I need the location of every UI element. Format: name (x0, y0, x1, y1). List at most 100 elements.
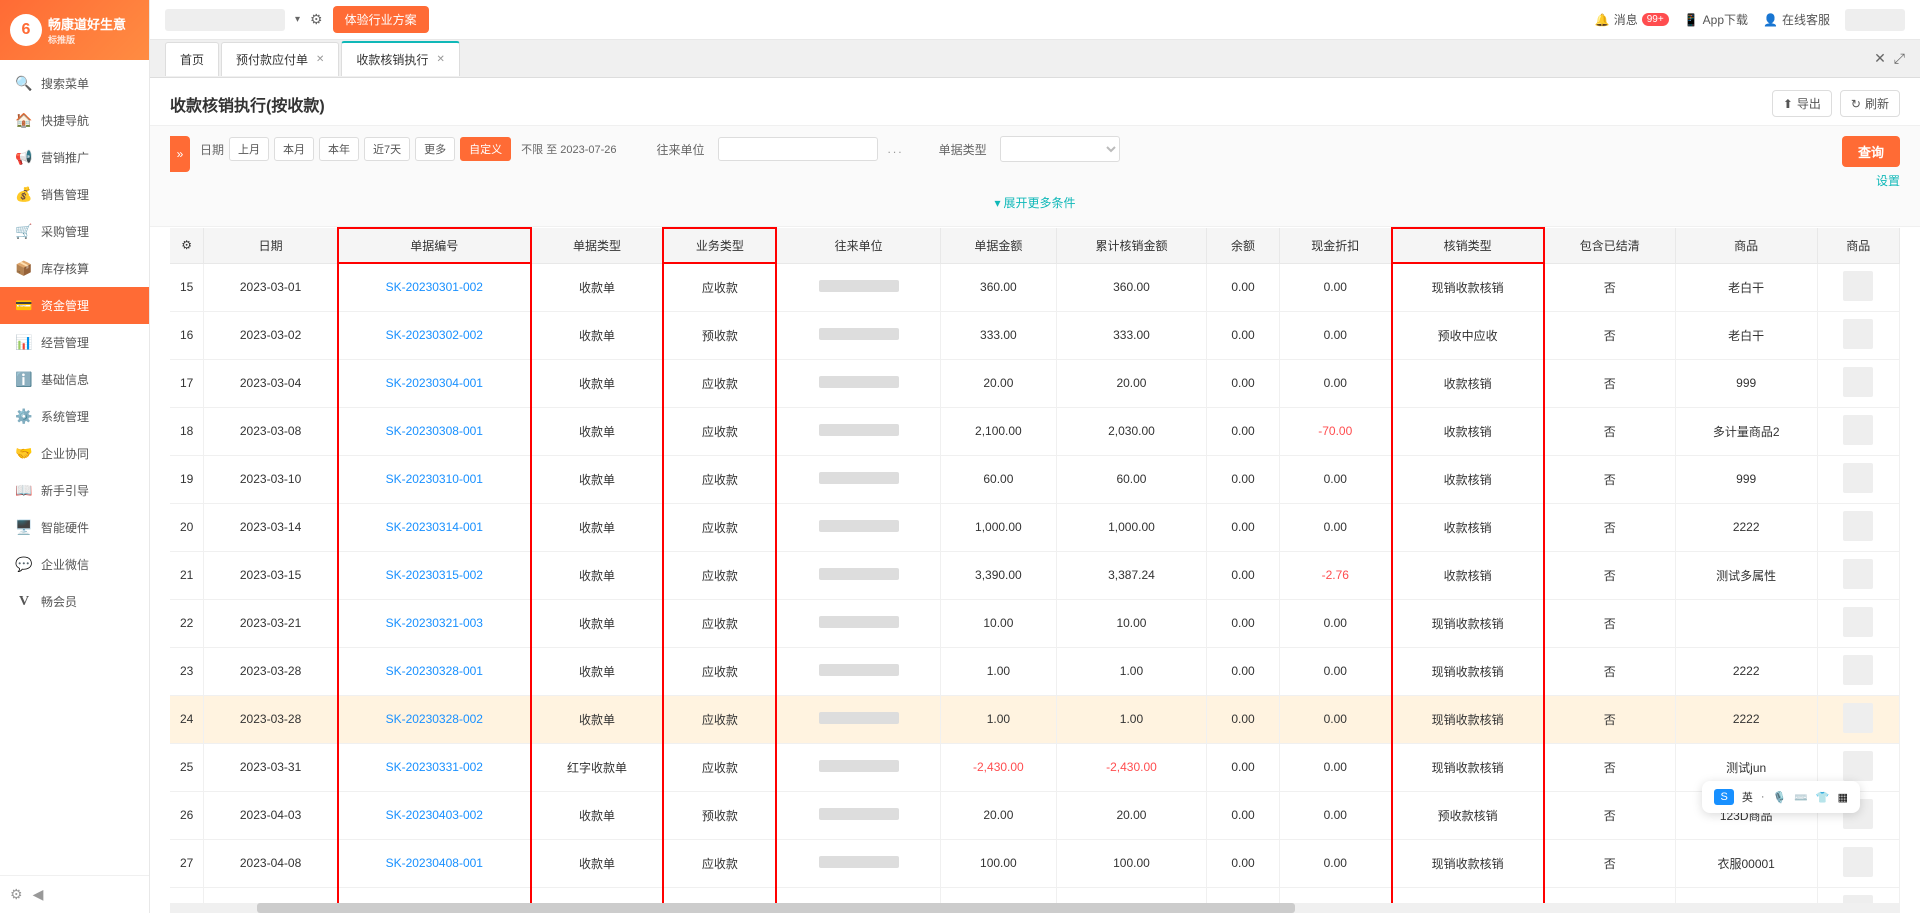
tab-prepay[interactable]: 预付款应付单 ✕ (221, 42, 339, 76)
sidebar-item-label: 快捷导航 (41, 112, 89, 129)
date-this-month[interactable]: 本月 (274, 137, 314, 161)
sidebar-item-label: 新手引导 (41, 482, 89, 499)
partner-input[interactable] (718, 137, 878, 161)
filter-toggle-button[interactable]: » (170, 136, 190, 172)
cell-date: 2023-03-14 (204, 503, 338, 551)
cell-discount: 0.00 (1279, 311, 1391, 359)
code-link[interactable]: SK-20230304-001 (386, 376, 483, 390)
header-left: ▾ ⚙ 体验行业方案 (165, 6, 1585, 33)
cell-partner (776, 311, 940, 359)
tab-home[interactable]: 首页 (165, 42, 219, 76)
cell-cumulative: 1.00 (1056, 695, 1206, 743)
sidebar-item-member[interactable]: V 畅会员 (0, 583, 149, 620)
code-link[interactable]: SK-20230308-001 (386, 424, 483, 438)
code-link[interactable]: SK-20230302-002 (386, 328, 483, 342)
cell-verify-type: 现销收款核销 (1392, 887, 1544, 903)
filter-date-item: 日期 上月 本月 本年 近7天 更多 自定义 (200, 137, 511, 161)
code-link[interactable]: SK-20230331-002 (386, 760, 483, 774)
code-link[interactable]: SK-20230408-001 (386, 856, 483, 870)
app-download-button[interactable]: 📱 App下载 (1684, 11, 1748, 28)
cell-discount: 0.00 (1279, 503, 1391, 551)
date-more[interactable]: 更多 (415, 137, 455, 161)
sidebar-item-basics[interactable]: ℹ️ 基础信息 (0, 361, 149, 398)
cell-code: SK-20230314-001 (338, 503, 531, 551)
sidebar-item-operations[interactable]: 📊 经营管理 (0, 324, 149, 361)
date-custom[interactable]: 自定义 (460, 137, 511, 161)
collapse-icon[interactable]: ◀ (33, 886, 44, 903)
cell-verify-type: 现销收款核销 (1392, 839, 1544, 887)
sidebar-item-label: 企业协同 (41, 445, 89, 462)
sidebar-item-guide[interactable]: 📖 新手引导 (0, 472, 149, 509)
code-link[interactable]: SK-20230328-002 (386, 712, 483, 726)
cell-code: SK-20230302-002 (338, 311, 531, 359)
cell-partner (776, 599, 940, 647)
cell-type: 收款单 (531, 887, 664, 903)
code-link[interactable]: SK-20230301-002 (386, 280, 483, 294)
sidebar-item-purchase[interactable]: 🛒 采购管理 (0, 213, 149, 250)
close-all-icon[interactable]: ✕ (1874, 50, 1886, 67)
sidebar-item-inventory[interactable]: 📦 库存核算 (0, 250, 149, 287)
cell-no: 25 (170, 743, 204, 791)
top-header: ▾ ⚙ 体验行业方案 🔔 消息 99+ 📱 App下载 👤 在线客服 (150, 0, 1920, 40)
sidebar-item-marketing[interactable]: 📢 营销推广 (0, 139, 149, 176)
online-service-button[interactable]: 👤 在线客服 (1763, 11, 1830, 28)
th-settings[interactable]: ⚙ (170, 228, 204, 263)
wechat-icon: 💬 (15, 556, 33, 573)
maximize-icon[interactable]: ⤢ (1894, 50, 1905, 67)
sidebar-item-collab[interactable]: 🤝 企业协同 (0, 435, 149, 472)
th-amount: 单据金额 (940, 228, 1056, 263)
cell-type: 收款单 (531, 455, 664, 503)
tab-prepay-close[interactable]: ✕ (316, 54, 324, 65)
cell-included: 否 (1544, 407, 1676, 455)
receipt-type-select[interactable] (1000, 136, 1120, 162)
query-settings: 查询 设置 (1842, 136, 1900, 189)
query-button[interactable]: 查询 (1842, 136, 1900, 167)
settings-link[interactable]: 设置 (1876, 172, 1900, 189)
code-link[interactable]: SK-20230321-003 (386, 616, 483, 630)
cell-partner (776, 455, 940, 503)
table-container[interactable]: ⚙ 日期 单据编号 单据类型 业务类型 往来单位 单据金额 累计核销金额 余额 … (150, 227, 1920, 903)
company-selector[interactable] (165, 9, 285, 31)
cell-no: 28 (170, 887, 204, 903)
messages-button[interactable]: 🔔 消息 99+ (1595, 11, 1669, 28)
export-button[interactable]: ⬆ 导出 (1772, 90, 1832, 117)
cell-date: 2023-04-03 (204, 791, 338, 839)
cell-cumulative: -2,430.00 (1056, 743, 1206, 791)
table-row: 21 2023-03-15 SK-20230315-002 收款单 应收款 3,… (170, 551, 1900, 599)
code-link[interactable]: SK-20230314-001 (386, 520, 483, 534)
refresh-button[interactable]: ↻ 刷新 (1840, 90, 1900, 117)
cell-balance: 0.00 (1207, 599, 1280, 647)
tab-collection[interactable]: 收款核销执行 ✕ (341, 41, 459, 76)
code-link[interactable]: SK-20230403-002 (386, 808, 483, 822)
company-dropdown-arrow[interactable]: ▾ (295, 14, 300, 25)
cell-included: 否 (1544, 551, 1676, 599)
sidebar-item-search[interactable]: 🔍 搜索菜单 (0, 65, 149, 102)
code-link[interactable]: SK-20230310-001 (386, 472, 483, 486)
sidebar-item-finance[interactable]: 💳 资金管理 (0, 287, 149, 324)
tab-collection-close[interactable]: ✕ (436, 54, 444, 65)
cell-discount: 0.00 (1279, 743, 1391, 791)
expand-conditions-button[interactable]: ▾ 展开更多条件 (994, 194, 1075, 211)
sidebar-item-wechat[interactable]: 💬 企业微信 (0, 546, 149, 583)
date-7days[interactable]: 近7天 (364, 137, 410, 161)
sidebar-item-system[interactable]: ⚙️ 系统管理 (0, 398, 149, 435)
sidebar-item-shortcut[interactable]: 🏠 快捷导航 (0, 102, 149, 139)
code-link[interactable]: SK-20230315-002 (386, 568, 483, 582)
horizontal-scrollbar[interactable] (170, 903, 1900, 913)
industry-solution-button[interactable]: 体验行业方案 (333, 6, 429, 33)
sidebar-item-hardware[interactable]: 🖥️ 智能硬件 (0, 509, 149, 546)
user-avatar[interactable] (1845, 9, 1905, 31)
code-link[interactable]: SK-20230328-001 (386, 664, 483, 678)
cell-date: 2023-03-04 (204, 359, 338, 407)
settings-footer-icon[interactable]: ⚙ (10, 886, 23, 903)
header-gear-icon[interactable]: ⚙ (310, 11, 323, 28)
date-this-year[interactable]: 本年 (319, 137, 359, 161)
cell-included: 否 (1544, 647, 1676, 695)
sidebar-footer: ⚙ ◀ (0, 875, 149, 913)
cell-partner (776, 695, 940, 743)
partner-dots[interactable]: ... (883, 142, 909, 156)
cell-product1: 2222 (1675, 647, 1817, 695)
cell-cumulative: 1,000.00 (1056, 503, 1206, 551)
date-last-month[interactable]: 上月 (229, 137, 269, 161)
sidebar-item-sales[interactable]: 💰 销售管理 (0, 176, 149, 213)
